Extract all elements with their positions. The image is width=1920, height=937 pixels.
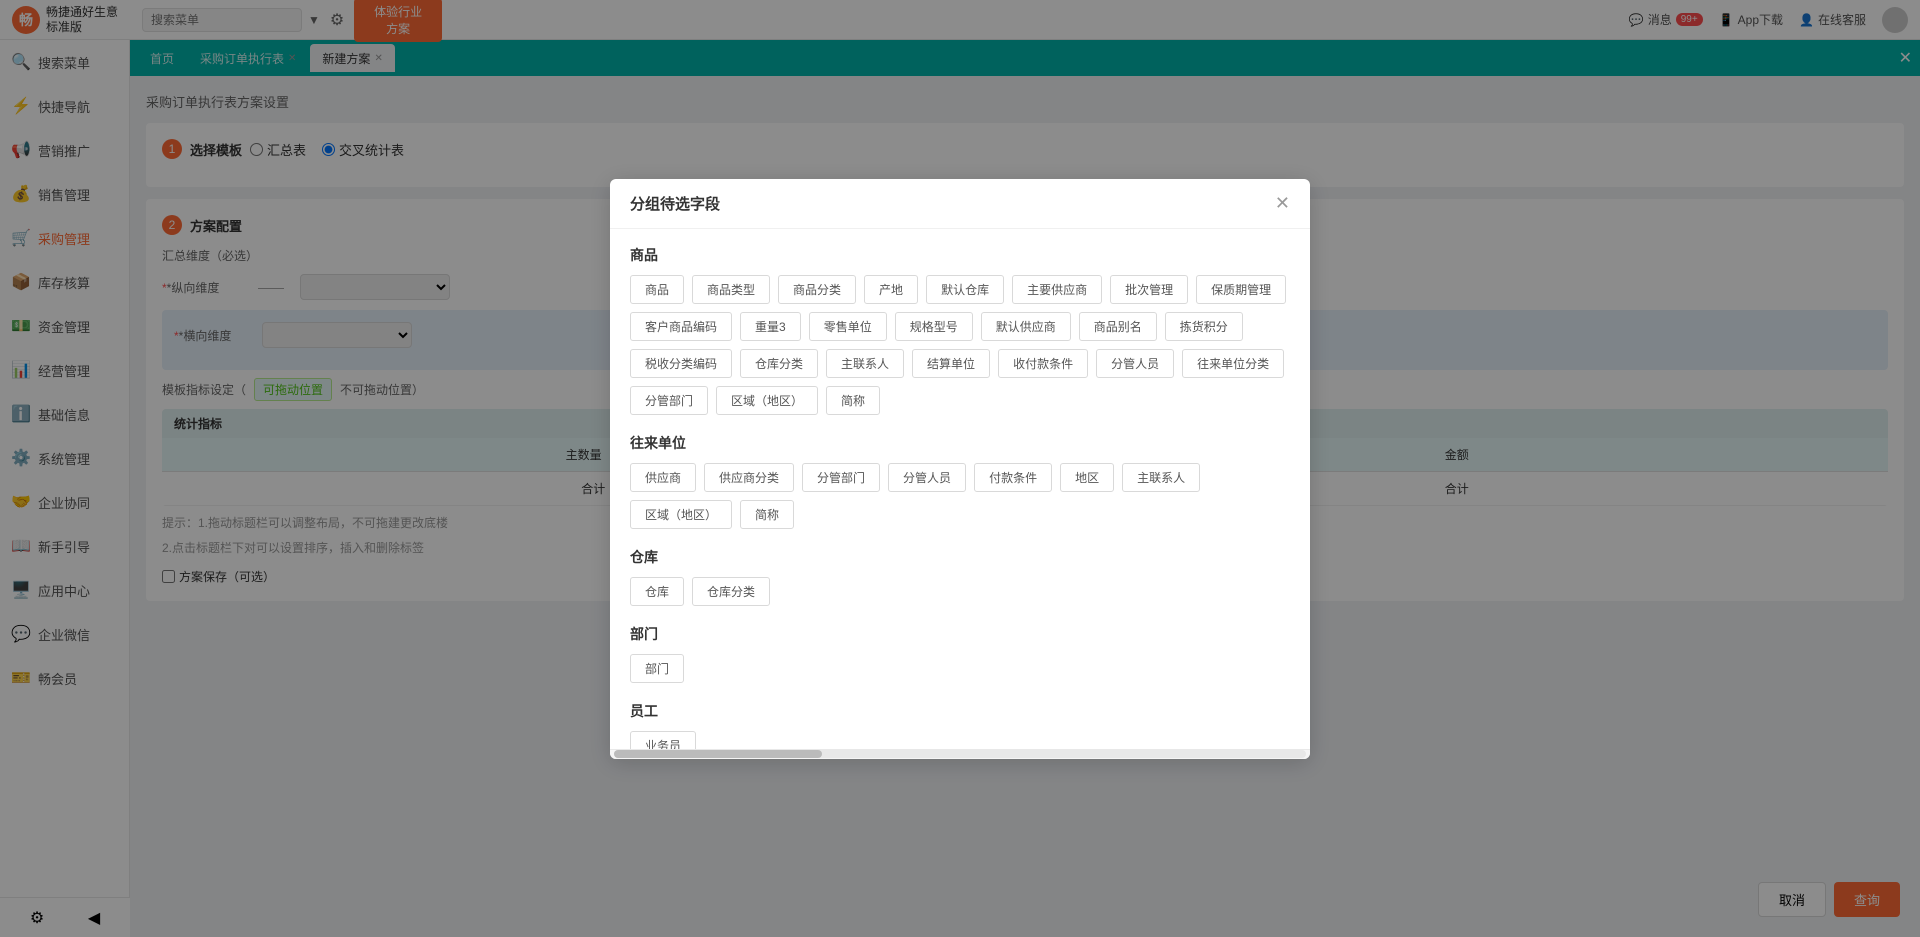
field-tag-0-17[interactable]: 主联系人 [826, 349, 904, 378]
field-grid-2: 仓库仓库分类 [630, 577, 1290, 606]
section-title-1: 往来单位 [630, 433, 1290, 453]
field-tag-1-1[interactable]: 供应商分类 [704, 463, 794, 492]
field-tag-0-0[interactable]: 商品 [630, 275, 684, 304]
field-tag-1-3[interactable]: 分管人员 [888, 463, 966, 492]
modal-body[interactable]: 商品商品商品类型商品分类产地默认仓库主要供应商批次管理保质期管理客户商品编码重量… [610, 229, 1310, 749]
field-tag-0-14[interactable]: 拣货积分 [1165, 312, 1243, 341]
section-title-3: 部门 [630, 624, 1290, 644]
field-tag-1-0[interactable]: 供应商 [630, 463, 696, 492]
field-tag-2-0[interactable]: 仓库 [630, 577, 684, 606]
field-tag-0-11[interactable]: 规格型号 [895, 312, 973, 341]
field-tag-2-1[interactable]: 仓库分类 [692, 577, 770, 606]
field-tag-0-18[interactable]: 结算单位 [912, 349, 990, 378]
scrollbar-thumb [614, 750, 822, 758]
section-title-0: 商品 [630, 245, 1290, 265]
field-section-商品: 商品商品商品类型商品分类产地默认仓库主要供应商批次管理保质期管理客户商品编码重量… [630, 245, 1290, 415]
field-tag-0-7[interactable]: 保质期管理 [1196, 275, 1286, 304]
modal-header: 分组待选字段 ✕ [610, 179, 1310, 229]
field-tag-1-7[interactable]: 区域（地区） [630, 500, 732, 529]
field-section-仓库: 仓库仓库仓库分类 [630, 547, 1290, 606]
modal-title: 分组待选字段 [630, 193, 720, 214]
modal-horizontal-scrollbar[interactable] [610, 749, 1310, 759]
field-tag-0-16[interactable]: 仓库分类 [740, 349, 818, 378]
field-tag-0-8[interactable]: 客户商品编码 [630, 312, 732, 341]
field-select-modal: 分组待选字段 ✕ 商品商品商品类型商品分类产地默认仓库主要供应商批次管理保质期管… [610, 179, 1310, 759]
scrollbar-track [614, 750, 1306, 758]
field-tag-0-2[interactable]: 商品分类 [778, 275, 856, 304]
section-title-2: 仓库 [630, 547, 1290, 567]
field-section-部门: 部门部门 [630, 624, 1290, 683]
field-tag-0-15[interactable]: 税收分类编码 [630, 349, 732, 378]
field-tag-0-12[interactable]: 默认供应商 [981, 312, 1071, 341]
field-tag-0-24[interactable]: 简称 [826, 386, 880, 415]
field-tag-1-6[interactable]: 主联系人 [1122, 463, 1200, 492]
field-grid-0: 商品商品类型商品分类产地默认仓库主要供应商批次管理保质期管理客户商品编码重量3 零… [630, 275, 1290, 415]
section-title-4: 员工 [630, 701, 1290, 721]
field-tag-0-5[interactable]: 主要供应商 [1012, 275, 1102, 304]
field-tag-0-13[interactable]: 商品别名 [1079, 312, 1157, 341]
field-tag-0-6[interactable]: 批次管理 [1110, 275, 1188, 304]
modal-overlay: 分组待选字段 ✕ 商品商品商品类型商品分类产地默认仓库主要供应商批次管理保质期管… [0, 0, 1920, 937]
field-tag-0-3[interactable]: 产地 [864, 275, 918, 304]
field-tag-1-2[interactable]: 分管部门 [802, 463, 880, 492]
modal-close-button[interactable]: ✕ [1275, 193, 1290, 214]
field-tag-0-9[interactable]: 重量3 [740, 312, 801, 341]
field-grid-4: 业务员 [630, 731, 1290, 749]
field-tag-0-23[interactable]: 区域（地区） [716, 386, 818, 415]
field-tag-1-8[interactable]: 简称 [740, 500, 794, 529]
field-grid-1: 供应商供应商分类分管部门分管人员付款条件地区主联系人区域（地区） 简称 [630, 463, 1290, 529]
field-tag-0-19[interactable]: 收付款条件 [998, 349, 1088, 378]
field-tag-0-20[interactable]: 分管人员 [1096, 349, 1174, 378]
field-tag-3-0[interactable]: 部门 [630, 654, 684, 683]
field-tag-0-10[interactable]: 零售单位 [809, 312, 887, 341]
field-section-往来单位: 往来单位供应商供应商分类分管部门分管人员付款条件地区主联系人区域（地区） 简称 [630, 433, 1290, 529]
field-tag-0-1[interactable]: 商品类型 [692, 275, 770, 304]
field-grid-3: 部门 [630, 654, 1290, 683]
field-tag-0-22[interactable]: 分管部门 [630, 386, 708, 415]
field-tag-0-21[interactable]: 往来单位分类 [1182, 349, 1284, 378]
field-tag-1-5[interactable]: 地区 [1060, 463, 1114, 492]
field-section-员工: 员工业务员 [630, 701, 1290, 749]
field-tag-4-0[interactable]: 业务员 [630, 731, 696, 749]
field-tag-0-4[interactable]: 默认仓库 [926, 275, 1004, 304]
field-tag-1-4[interactable]: 付款条件 [974, 463, 1052, 492]
